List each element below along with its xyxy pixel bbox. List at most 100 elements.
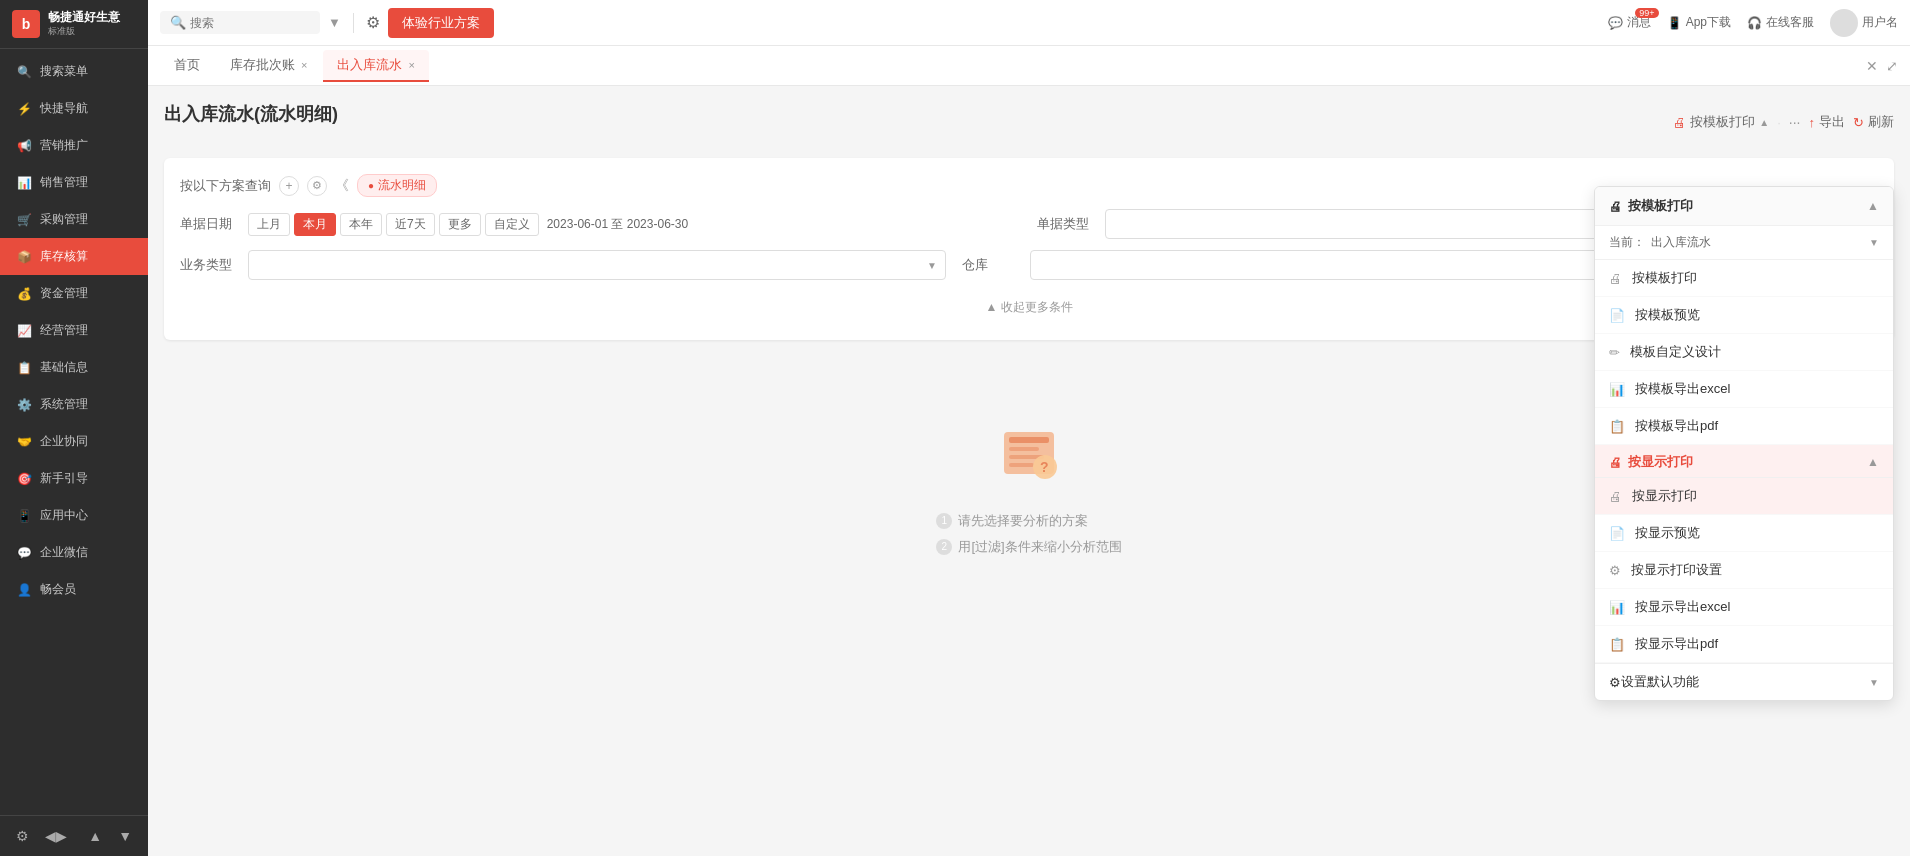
sidebar: b 畅捷通好生意 标准版 🔍 搜索菜单 ⚡ 快捷导航 📢 营销推广 📊 销售管理…	[0, 0, 148, 856]
box-icon: 📦	[16, 249, 32, 265]
refresh-button[interactable]: ↻ 刷新	[1853, 113, 1894, 131]
tab-home[interactable]: 首页	[160, 50, 214, 82]
sidebar-item-guide[interactable]: 🎯 新手引导	[0, 460, 148, 497]
sidebar-item-sales[interactable]: 📊 销售管理	[0, 164, 148, 201]
message-action[interactable]: 💬 消息 99+	[1608, 14, 1651, 31]
date-btn-last-month[interactable]: 上月	[248, 213, 290, 236]
date-btn-more[interactable]: 更多	[439, 213, 481, 236]
sidebar-item-label: 搜索菜单	[40, 63, 88, 80]
print-template-label: 按模板打印	[1690, 113, 1755, 131]
tab-inout-flow[interactable]: 出入库流水 ×	[323, 50, 428, 82]
sidebar-item-quick-nav[interactable]: ⚡ 快捷导航	[0, 90, 148, 127]
dropdown-footer[interactable]: ⚙ 设置默认功能 ▼	[1595, 663, 1893, 700]
topbar-search-input[interactable]	[190, 16, 310, 30]
export-button[interactable]: ↑ 导出	[1809, 113, 1846, 131]
dropdown-item-display-preview[interactable]: 📄 按显示预览	[1595, 515, 1893, 552]
user-icon: 👤	[16, 582, 32, 598]
step-1-num: 1	[936, 513, 952, 529]
template-preview-icon: 📄	[1609, 308, 1625, 323]
settings-footer-icon[interactable]: ⚙	[16, 828, 29, 844]
topbar-search-box[interactable]: 🔍	[160, 11, 320, 34]
app-download-action[interactable]: 📱 App下载	[1667, 14, 1731, 31]
dropdown-item-template-customize[interactable]: ✏ 模板自定义设计	[1595, 334, 1893, 371]
display-print-icon: 🖨	[1609, 489, 1622, 504]
print-template-button[interactable]: 🖨 按模板打印 ▲	[1673, 113, 1769, 131]
search-icon: 🔍	[16, 64, 32, 80]
template-export-pdf-icon: 📋	[1609, 419, 1625, 434]
export-icon: ↑	[1809, 115, 1816, 130]
sidebar-item-business[interactable]: 📈 经营管理	[0, 312, 148, 349]
dropdown-title: 🖨 按模板打印	[1609, 197, 1693, 215]
tabs-close-all-icon[interactable]: ✕	[1866, 58, 1878, 74]
trial-button[interactable]: 体验行业方案	[388, 8, 494, 38]
date-btn-7days[interactable]: 近7天	[386, 213, 435, 236]
print-icon: 🖨	[1673, 115, 1686, 130]
dropdown-close-arrow[interactable]: ▲	[1867, 199, 1879, 213]
gear-icon: ⚙️	[16, 397, 32, 413]
sidebar-item-system[interactable]: ⚙️ 系统管理	[0, 386, 148, 423]
current-value: 出入库流水	[1651, 234, 1711, 251]
topbar-gear-icon[interactable]: ⚙	[366, 13, 380, 32]
dropdown-item-display-export-excel[interactable]: 📊 按显示导出excel	[1595, 589, 1893, 626]
tabs-right-controls: ✕ ⤢	[1866, 58, 1898, 74]
more-actions-icon[interactable]: ···	[1789, 114, 1801, 130]
sidebar-item-search[interactable]: 🔍 搜索菜单	[0, 53, 148, 90]
sidebar-item-label: 企业微信	[40, 544, 88, 561]
dropdown-item-template-export-excel[interactable]: 📊 按模板导出excel	[1595, 371, 1893, 408]
message-icon: 💬	[1608, 16, 1623, 30]
print-title-icon: 🖨	[1609, 199, 1622, 214]
sidebar-item-collab[interactable]: 🤝 企业协同	[0, 423, 148, 460]
date-btn-custom[interactable]: 自定义	[485, 213, 539, 236]
dropdown-item-template-print[interactable]: 🖨 按模板打印	[1595, 260, 1893, 297]
tab-batch-account[interactable]: 库存批次账 ×	[216, 50, 321, 82]
tab-inout-close-icon[interactable]: ×	[408, 59, 414, 71]
sidebar-item-basic[interactable]: 📋 基础信息	[0, 349, 148, 386]
filter-settings-button[interactable]: ⚙	[307, 176, 327, 196]
dropdown-item-display-print[interactable]: 🖨 按显示打印	[1595, 478, 1893, 515]
filter-tag[interactable]: ● 流水明细	[357, 174, 437, 197]
current-arrow-icon[interactable]: ▼	[1869, 237, 1879, 248]
dropdown-item-display-export-pdf[interactable]: 📋 按显示导出pdf	[1595, 626, 1893, 663]
refresh-icon: ↻	[1853, 115, 1864, 130]
sidebar-item-label: 基础信息	[40, 359, 88, 376]
display-export-excel-label: 按显示导出excel	[1635, 598, 1879, 616]
topbar-divider	[353, 13, 354, 33]
tab-batch-close-icon[interactable]: ×	[301, 59, 307, 71]
sidebar-item-apps[interactable]: 📱 应用中心	[0, 497, 148, 534]
date-btn-this-year[interactable]: 本年	[340, 213, 382, 236]
sidebar-item-wecom[interactable]: 💬 企业微信	[0, 534, 148, 571]
date-buttons: 上月 本月 本年 近7天 更多 自定义	[248, 213, 539, 236]
dropdown-item-template-export-pdf[interactable]: 📋 按模板导出pdf	[1595, 408, 1893, 445]
sidebar-item-purchase[interactable]: 🛒 采购管理	[0, 201, 148, 238]
sidebar-item-label: 企业协同	[40, 433, 88, 450]
date-btn-this-month[interactable]: 本月	[294, 213, 336, 236]
display-section-arrow[interactable]: ▲	[1867, 455, 1879, 469]
toggle-sidebar-icon[interactable]: ◀▶	[45, 828, 67, 844]
phone-icon: 📱	[1667, 16, 1682, 30]
sidebar-item-member[interactable]: 👤 畅会员	[0, 571, 148, 608]
dropdown-item-template-preview[interactable]: 📄 按模板预览	[1595, 297, 1893, 334]
sidebar-item-label: 应用中心	[40, 507, 88, 524]
dropdown-item-display-print-settings[interactable]: ⚙ 按显示打印设置	[1595, 552, 1893, 589]
filter-collapse-icon[interactable]: 《	[335, 177, 349, 195]
sidebar-item-label: 采购管理	[40, 211, 88, 228]
tab-home-label: 首页	[174, 56, 200, 74]
sidebar-item-marketing[interactable]: 📢 营销推广	[0, 127, 148, 164]
topbar-chevron-icon[interactable]: ▼	[328, 15, 341, 30]
filter-label: 按以下方案查询	[180, 177, 271, 195]
sidebar-item-finance[interactable]: 💰 资金管理	[0, 275, 148, 312]
online-service-action[interactable]: 🎧 在线客服	[1747, 14, 1814, 31]
display-print-settings-label: 按显示打印设置	[1631, 561, 1879, 579]
trending-icon: 📈	[16, 323, 32, 339]
print-chevron-up-icon: ▲	[1759, 117, 1769, 128]
scroll-down-icon[interactable]: ▼	[118, 828, 132, 844]
tabs-expand-icon[interactable]: ⤢	[1886, 58, 1898, 74]
filter-add-button[interactable]: +	[279, 176, 299, 196]
user-avatar-area[interactable]: 用户名	[1830, 9, 1898, 37]
action-separator-1: ·	[1777, 115, 1781, 130]
sidebar-item-label: 销售管理	[40, 174, 88, 191]
sidebar-item-inventory[interactable]: 📦 库存核算	[0, 238, 148, 275]
scroll-up-icon[interactable]: ▲	[88, 828, 102, 844]
svg-text:?: ?	[1040, 459, 1049, 475]
biz-type-select[interactable]: ▼	[248, 250, 946, 280]
